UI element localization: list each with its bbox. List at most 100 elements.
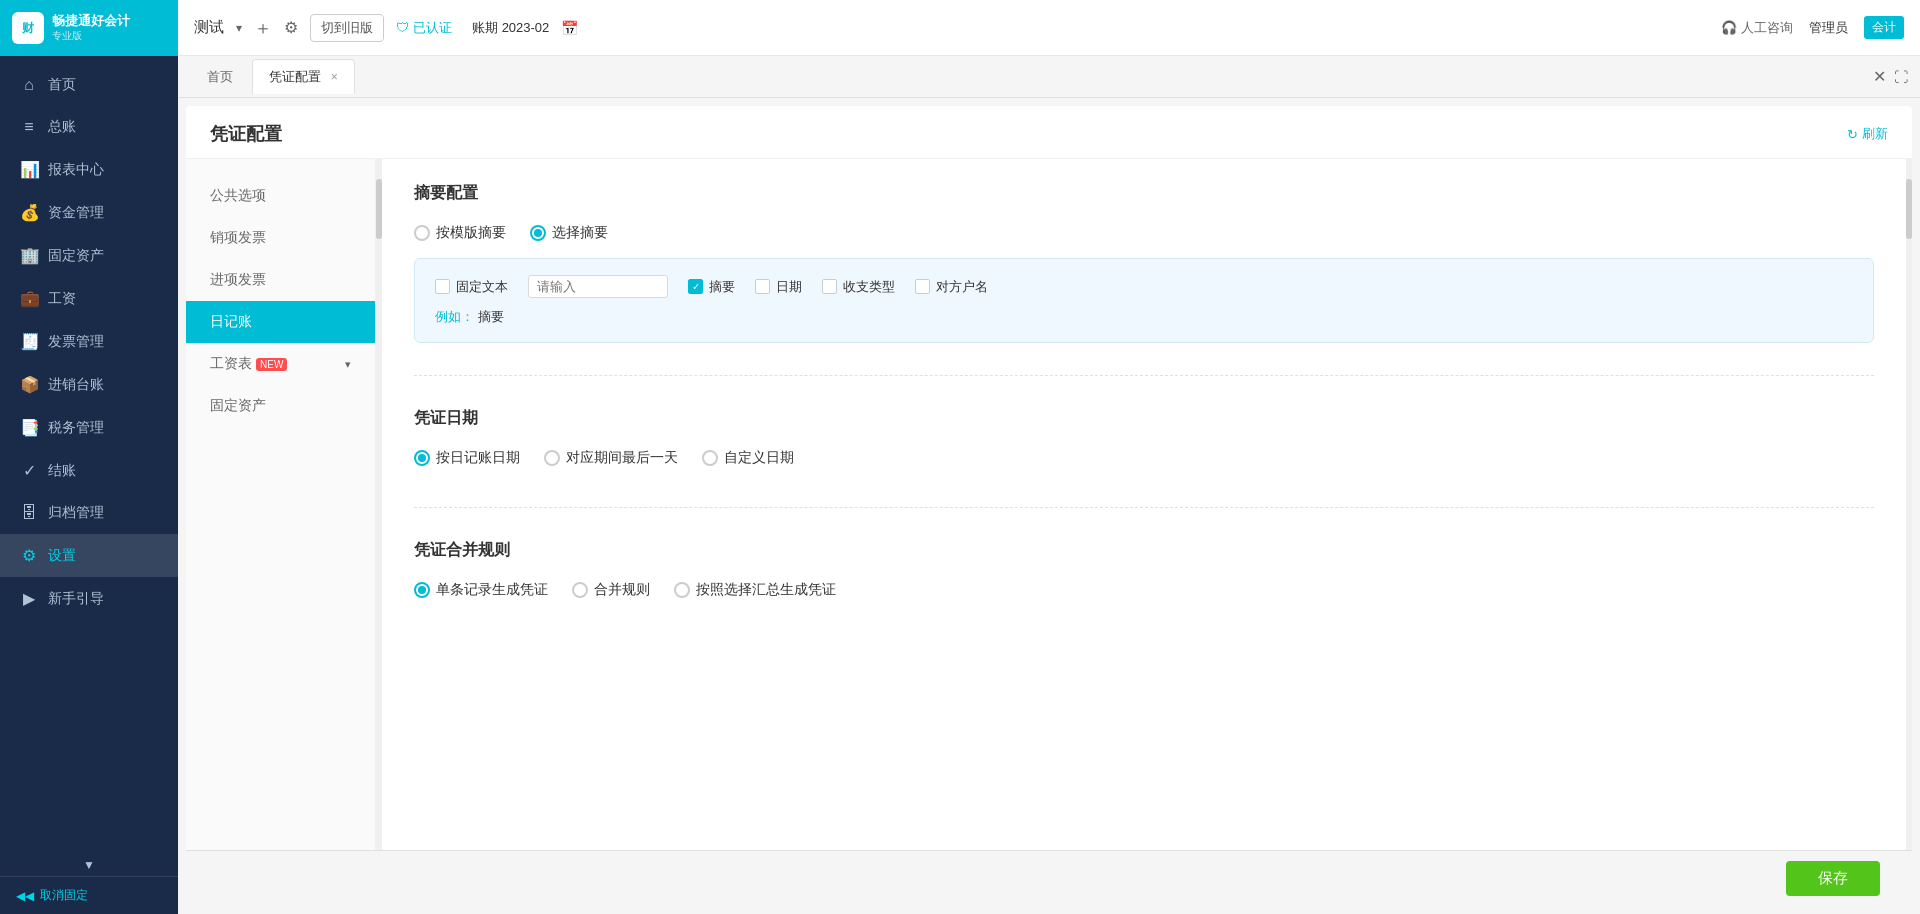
invoice-icon: 🧾 <box>20 332 38 351</box>
sidebar-item-ledger[interactable]: ≡ 总账 <box>0 106 178 148</box>
sidebar-item-home[interactable]: ⌂ 首页 <box>0 64 178 106</box>
shield-icon: 🛡 <box>396 20 409 35</box>
period-label: 账期 2023-02 <box>472 19 549 37</box>
radio-merge-circle <box>572 582 588 598</box>
sidebar-item-tax[interactable]: 📑 税务管理 <box>0 406 178 449</box>
left-nav: 公共选项 销项发票 进项发票 日记账 工资表 NEW ▾ 固定资产 <box>186 159 376 850</box>
sidebar-item-guide[interactable]: ▶ 新手引导 <box>0 577 178 620</box>
role-badge: 会计 <box>1864 16 1904 39</box>
tab-config[interactable]: 凭证配置 × <box>252 59 355 94</box>
radio-custom-date[interactable]: 自定义日期 <box>702 449 794 467</box>
radio-template[interactable]: 按模版摘要 <box>414 224 506 242</box>
left-nav-sales-invoice[interactable]: 销项发票 <box>186 217 375 259</box>
ledger-icon: ≡ <box>20 118 38 136</box>
checkbox-row: 固定文本 ✓ 摘要 日期 <box>435 275 1853 298</box>
radio-journal-date[interactable]: 按日记账日期 <box>414 449 520 467</box>
logo-title: 畅捷通好会计 <box>52 13 130 30</box>
left-nav-journal[interactable]: 日记账 <box>186 301 375 343</box>
scroll-thumb <box>376 179 382 239</box>
sales-icon: 📦 <box>20 375 38 394</box>
page-body: 公共选项 销项发票 进项发票 日记账 工资表 NEW ▾ 固定资产 <box>186 159 1912 850</box>
reports-icon: 📊 <box>20 160 38 179</box>
tab-config-label: 凭证配置 <box>269 69 321 84</box>
radio-summary-gen[interactable]: 按照选择汇总生成凭证 <box>674 581 836 599</box>
sidebar-item-checkout[interactable]: ✓ 结账 <box>0 449 178 492</box>
verified-badge: 🛡 已认证 <box>396 19 452 37</box>
summary-config-title: 摘要配置 <box>414 183 1874 204</box>
company-dropdown-icon[interactable]: ▾ <box>236 21 242 35</box>
radio-period-last[interactable]: 对应期间最后一天 <box>544 449 678 467</box>
content-area: 凭证配置 ↻ 刷新 公共选项 销项发票 进项发票 日记账 工资表 NEW <box>178 98 1920 914</box>
date-checkbox[interactable]: 日期 <box>755 278 802 296</box>
sidebar-item-label: 首页 <box>48 76 76 94</box>
settings-icon: ⚙ <box>20 546 38 565</box>
sidebar-item-label: 总账 <box>48 118 76 136</box>
example-text: 例如： 摘要 <box>435 308 1853 326</box>
sidebar-item-label: 发票管理 <box>48 333 104 351</box>
verified-label: 已认证 <box>413 19 452 37</box>
summary-checkbox[interactable]: ✓ 摘要 <box>688 278 735 296</box>
radio-select-label: 选择摘要 <box>552 224 608 242</box>
refresh-icon: ↻ <box>1847 127 1858 142</box>
radio-summary-gen-label: 按照选择汇总生成凭证 <box>696 581 836 599</box>
left-nav-purchase-invoice[interactable]: 进项发票 <box>186 259 375 301</box>
sidebar-item-label: 新手引导 <box>48 590 104 608</box>
right-content: 摘要配置 按模版摘要 选择摘要 <box>382 159 1906 850</box>
sidebar-item-label: 结账 <box>48 462 76 480</box>
payroll-sheet-label: 工资表 <box>210 355 252 373</box>
left-nav-payroll-sheet[interactable]: 工资表 NEW ▾ <box>186 343 375 385</box>
tax-icon: 📑 <box>20 418 38 437</box>
sidebar-item-payroll[interactable]: 💼 工资 <box>0 277 178 320</box>
radio-journal-date-circle <box>414 450 430 466</box>
refresh-btn[interactable]: ↻ 刷新 <box>1847 125 1888 143</box>
counterpart-checkbox[interactable]: 对方户名 <box>915 278 988 296</box>
tab-home[interactable]: 首页 <box>190 59 250 94</box>
switch-version-btn[interactable]: 切到旧版 <box>310 14 384 42</box>
right-scroll-thumb <box>1906 179 1912 239</box>
topbar-settings-icon[interactable]: ⚙ <box>284 18 298 37</box>
calendar-icon[interactable]: 📅 <box>561 20 578 36</box>
add-btn[interactable]: ＋ <box>254 16 272 40</box>
sidebar-item-reports[interactable]: 📊 报表中心 <box>0 148 178 191</box>
radio-period-last-label: 对应期间最后一天 <box>566 449 678 467</box>
example-prefix: 例如： <box>435 309 474 324</box>
sidebar-item-archive[interactable]: 🗄 归档管理 <box>0 492 178 534</box>
sidebar-item-assets[interactable]: 🏢 固定资产 <box>0 234 178 277</box>
cancel-pin-btn[interactable]: ◀◀ 取消固定 <box>0 876 178 914</box>
radio-journal-date-label: 按日记账日期 <box>436 449 520 467</box>
sidebar-item-label: 工资 <box>48 290 76 308</box>
save-button[interactable]: 保存 <box>1786 861 1880 896</box>
radio-merge[interactable]: 合并规则 <box>572 581 650 599</box>
sidebar-item-invoice[interactable]: 🧾 发票管理 <box>0 320 178 363</box>
radio-template-circle <box>414 225 430 241</box>
summary-checkbox-box: ✓ <box>688 279 703 294</box>
right-scroll-indicator <box>1906 159 1912 850</box>
radio-select[interactable]: 选择摘要 <box>530 224 608 242</box>
payment-type-label: 收支类型 <box>843 278 895 296</box>
save-bar: 保存 <box>186 850 1912 906</box>
voucher-date-radio-group: 按日记账日期 对应期间最后一天 自定义日期 <box>414 449 1874 467</box>
fixed-text-checkbox[interactable]: 固定文本 <box>435 278 508 296</box>
sidebar-item-label: 归档管理 <box>48 504 104 522</box>
help-btn[interactable]: 🎧 人工咨询 <box>1721 19 1793 37</box>
left-nav-public[interactable]: 公共选项 <box>186 175 375 217</box>
home-icon: ⌂ <box>20 76 38 94</box>
tab-close-icon[interactable]: × <box>331 70 338 84</box>
summary-checkbox-label: 摘要 <box>709 278 735 296</box>
payment-type-checkbox[interactable]: 收支类型 <box>822 278 895 296</box>
window-close-btn[interactable]: ✕ <box>1873 67 1886 86</box>
scroll-down-btn[interactable]: ▼ <box>0 854 178 876</box>
fixed-text-input[interactable] <box>528 275 668 298</box>
radio-single[interactable]: 单条记录生成凭证 <box>414 581 548 599</box>
left-nav-fixed-assets[interactable]: 固定资产 <box>186 385 375 427</box>
sidebar-item-sales[interactable]: 📦 进销台账 <box>0 363 178 406</box>
sidebar-item-settings[interactable]: ⚙ 设置 <box>0 534 178 577</box>
sidebar-item-label: 设置 <box>48 547 76 565</box>
pin-icon: ◀◀ <box>16 889 34 903</box>
logo-sub: 专业版 <box>52 29 130 43</box>
sidebar: 财 畅捷通好会计 专业版 ⌂ 首页 ≡ 总账 📊 报表中心 💰 资金管理 🏢 固… <box>0 0 178 914</box>
expand-btn[interactable]: ⛶ <box>1894 69 1908 85</box>
sidebar-item-finance[interactable]: 💰 资金管理 <box>0 191 178 234</box>
fixed-text-label: 固定文本 <box>456 278 508 296</box>
radio-template-label: 按模版摘要 <box>436 224 506 242</box>
